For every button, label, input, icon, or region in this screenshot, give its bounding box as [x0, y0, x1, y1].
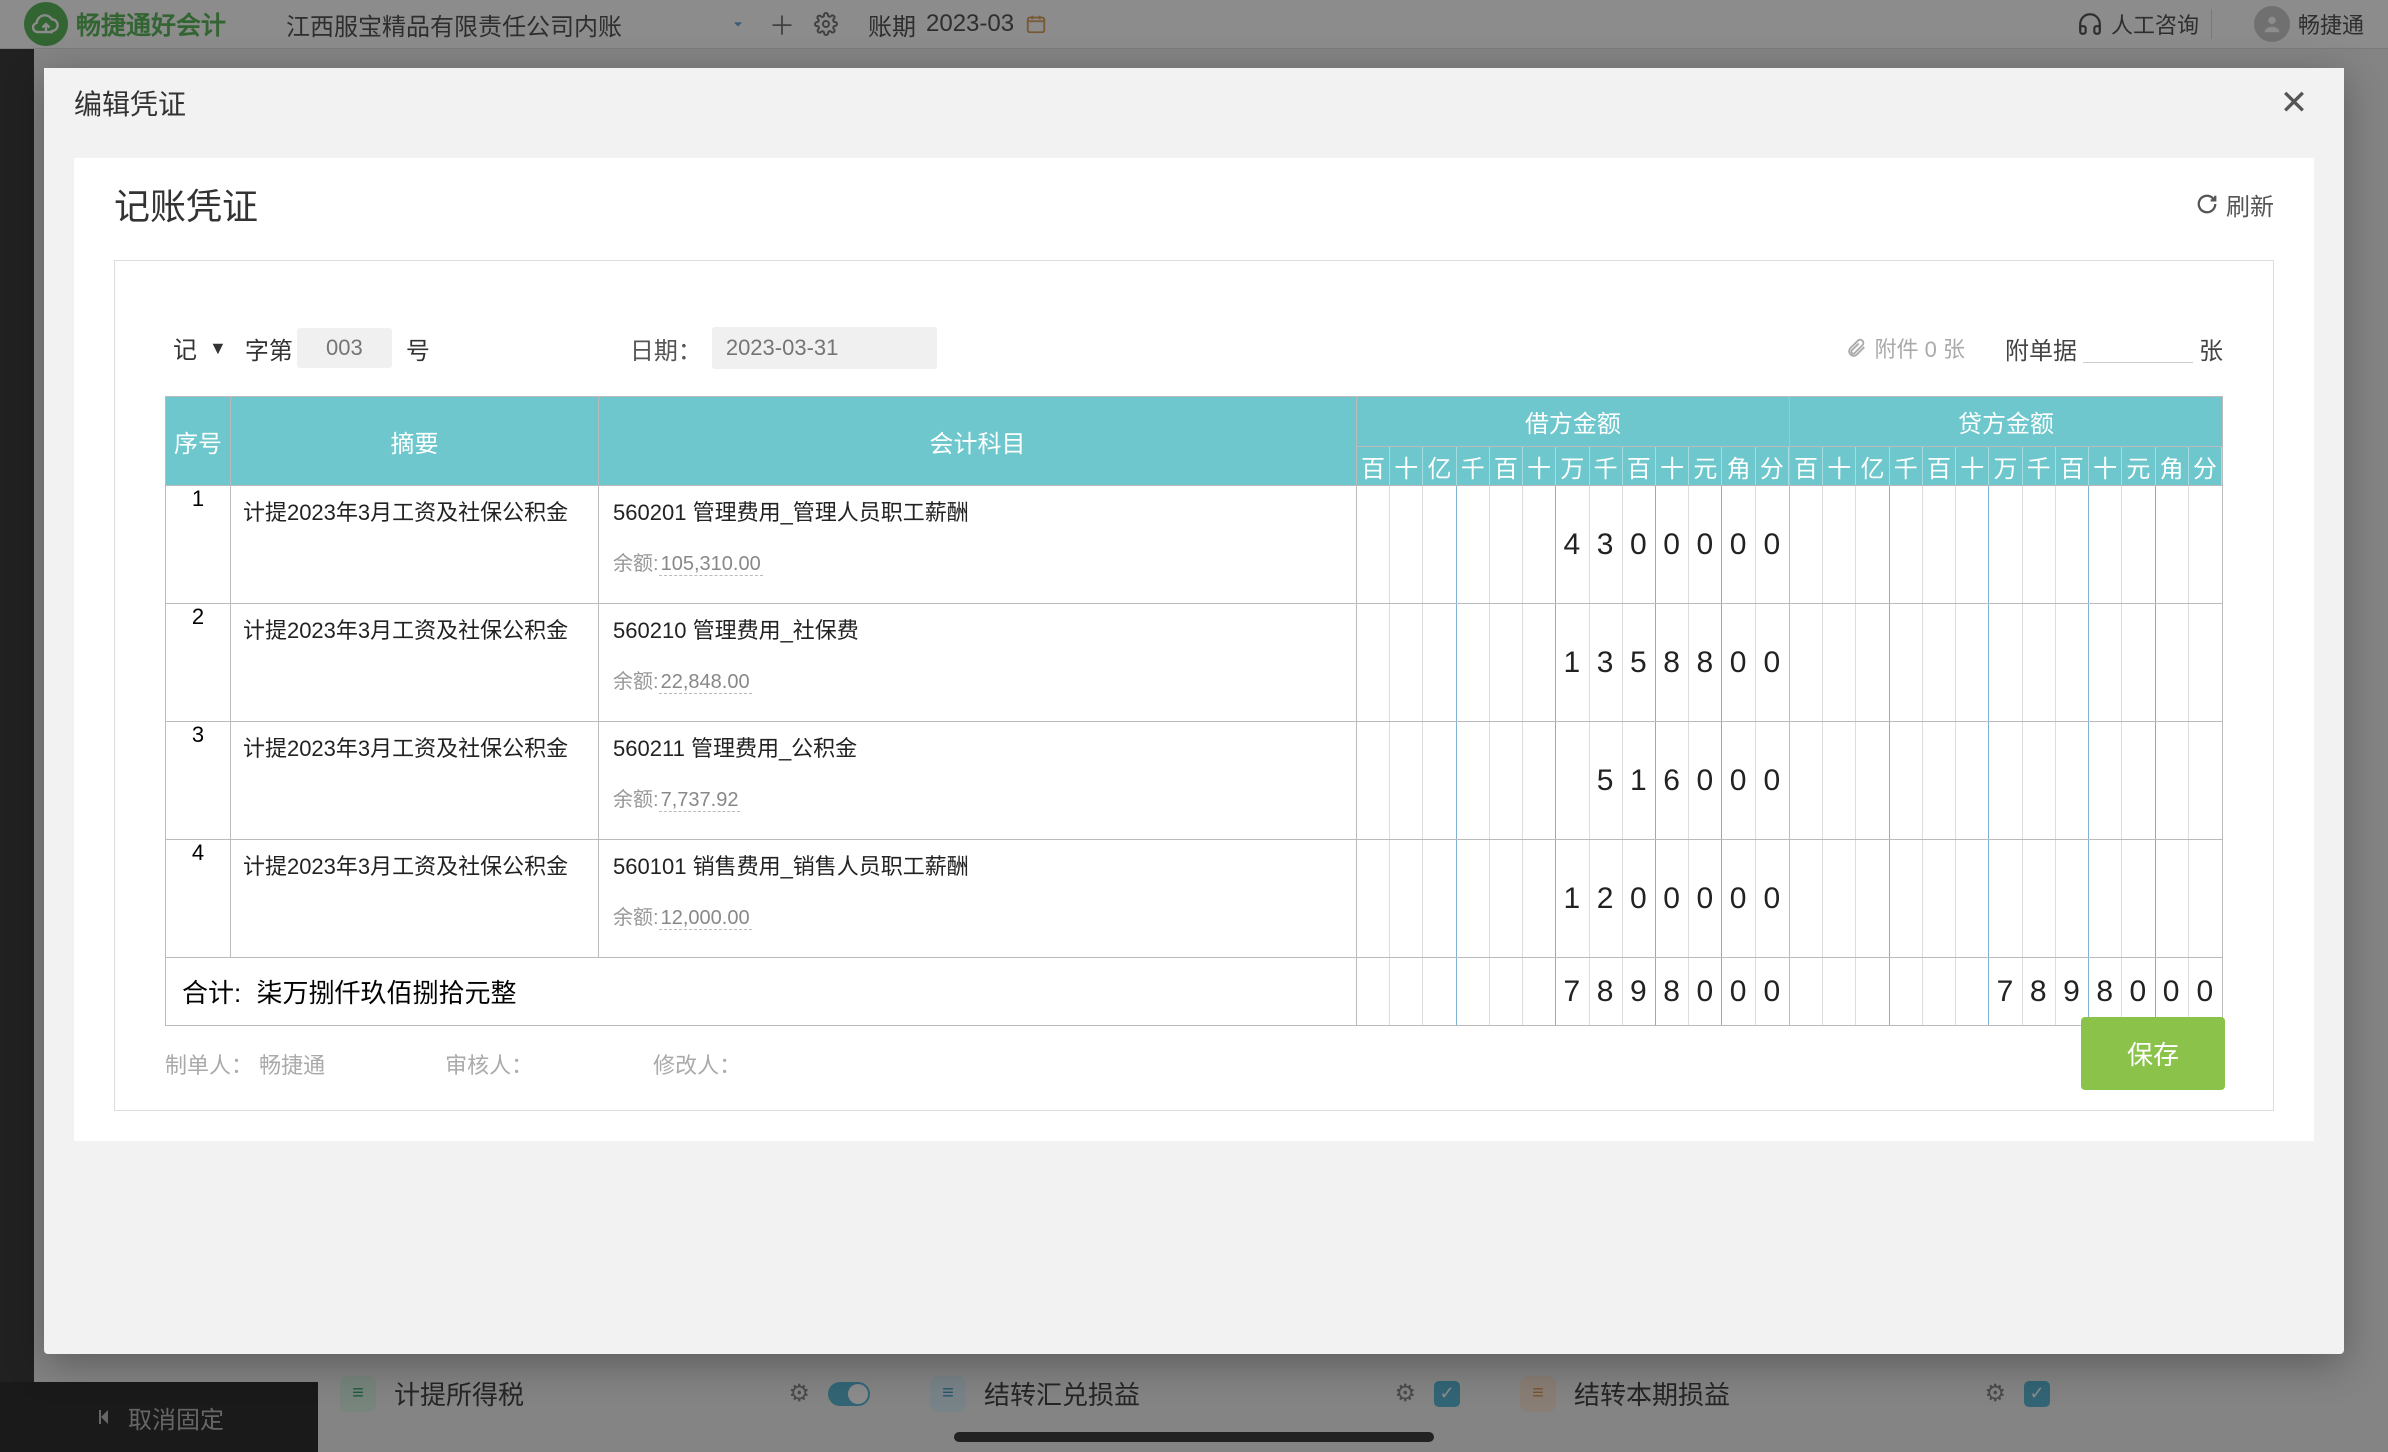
caret-down-icon: ▼	[209, 338, 227, 359]
maker-label: 制单人：	[165, 1053, 253, 1078]
edit-voucher-modal: 编辑凭证 ✕ 记账凭证 刷新 记 ▼ 字第	[44, 68, 2344, 1354]
voucher-footer-info: 制单人： 畅捷通 审核人： 修改人：	[165, 1048, 2223, 1080]
row-index: 3	[166, 722, 231, 840]
row-debit[interactable]: 1358800	[1356, 604, 1789, 722]
modal-title: 编辑凭证	[74, 83, 186, 123]
row-subject[interactable]: 560210 管理费用_社保费余额:22,848.00	[599, 604, 1357, 722]
row-debit[interactable]: 1200000	[1356, 840, 1789, 958]
total-row: 合计: 柒万捌仟玖佰捌拾元整 7898000 7898000	[166, 958, 2223, 1026]
supplement-label: 附单据	[2005, 331, 2077, 366]
refresh-label: 刷新	[2226, 187, 2274, 222]
row-credit[interactable]	[1789, 722, 2222, 840]
total-label: 合计:	[182, 978, 241, 1008]
row-index: 2	[166, 604, 231, 722]
attachment-link[interactable]: 附件 0 张	[1845, 332, 1965, 364]
attachment-count: 附件 0 张	[1875, 332, 1965, 364]
row-credit[interactable]	[1789, 840, 2222, 958]
close-icon[interactable]: ✕	[2274, 83, 2314, 123]
row-index: 1	[166, 486, 231, 604]
voucher-number-input[interactable]	[297, 328, 392, 368]
zidi-label: 字第	[245, 331, 293, 366]
voucher-frame: 记 ▼ 字第 号 日期： 附件 0 张 附单据	[114, 260, 2274, 1111]
row-index: 4	[166, 840, 231, 958]
row-summary[interactable]: 计提2023年3月工资及社保公积金	[230, 840, 598, 958]
zhang-label: 张	[2199, 331, 2223, 366]
date-label: 日期：	[630, 331, 702, 366]
table-row[interactable]: 3计提2023年3月工资及社保公积金560211 管理费用_公积金余额:7,73…	[166, 722, 2223, 840]
voucher-type-label: 记	[165, 326, 205, 370]
reviewer-label: 审核人：	[445, 1048, 533, 1080]
table-row[interactable]: 4计提2023年3月工资及社保公积金560101 销售费用_销售人员职工薪酬余额…	[166, 840, 2223, 958]
modal-overlay: 编辑凭证 ✕ 记账凭证 刷新 记 ▼ 字第	[0, 0, 2388, 1452]
row-subject[interactable]: 560201 管理费用_管理人员职工薪酬余额:105,310.00	[599, 486, 1357, 604]
row-debit[interactable]: 4300000	[1356, 486, 1789, 604]
refresh-button[interactable]: 刷新	[2196, 187, 2274, 222]
col-subject-header: 会计科目	[599, 397, 1357, 486]
voucher-card: 记账凭证 刷新 记 ▼ 字第 号	[74, 158, 2314, 1141]
row-subject[interactable]: 560211 管理费用_公积金余额:7,737.92	[599, 722, 1357, 840]
row-summary[interactable]: 计提2023年3月工资及社保公积金	[230, 604, 598, 722]
home-indicator	[954, 1432, 1434, 1442]
col-credit-header: 贷方金额	[1789, 397, 2222, 447]
col-summary-header: 摘要	[230, 397, 598, 486]
modal-header: 编辑凭证 ✕	[44, 68, 2344, 138]
table-row[interactable]: 1计提2023年3月工资及社保公积金560201 管理费用_管理人员职工薪酬余额…	[166, 486, 2223, 604]
voucher-type-selector[interactable]: 记 ▼ 字第 号	[165, 326, 430, 370]
voucher-date-input[interactable]	[712, 327, 937, 369]
table-row[interactable]: 2计提2023年3月工资及社保公积金560210 管理费用_社保费余额:22,8…	[166, 604, 2223, 722]
total-words: 柒万捌仟玖佰捌拾元整	[256, 978, 516, 1008]
maker-value: 畅捷通	[259, 1053, 325, 1078]
row-debit[interactable]: 516000	[1356, 722, 1789, 840]
row-summary[interactable]: 计提2023年3月工资及社保公积金	[230, 486, 598, 604]
col-debit-header: 借方金额	[1356, 397, 1789, 447]
col-index-header: 序号	[166, 397, 231, 486]
modifier-label: 修改人：	[653, 1048, 741, 1080]
voucher-title: 记账凭证	[114, 178, 258, 230]
row-credit[interactable]	[1789, 486, 2222, 604]
row-subject[interactable]: 560101 销售费用_销售人员职工薪酬余额:12,000.00	[599, 840, 1357, 958]
voucher-meta: 记 ▼ 字第 号 日期： 附件 0 张 附单据	[165, 326, 2223, 370]
supplement-input[interactable]	[2083, 333, 2193, 363]
hao-label: 号	[406, 331, 430, 366]
save-button[interactable]: 保存	[2081, 1017, 2225, 1090]
row-credit[interactable]	[1789, 604, 2222, 722]
voucher-table: 序号 摘要 会计科目 借方金额 贷方金额 百十亿千百十万千百十元角分百十亿千百十…	[165, 396, 2223, 1026]
row-summary[interactable]: 计提2023年3月工资及社保公积金	[230, 722, 598, 840]
